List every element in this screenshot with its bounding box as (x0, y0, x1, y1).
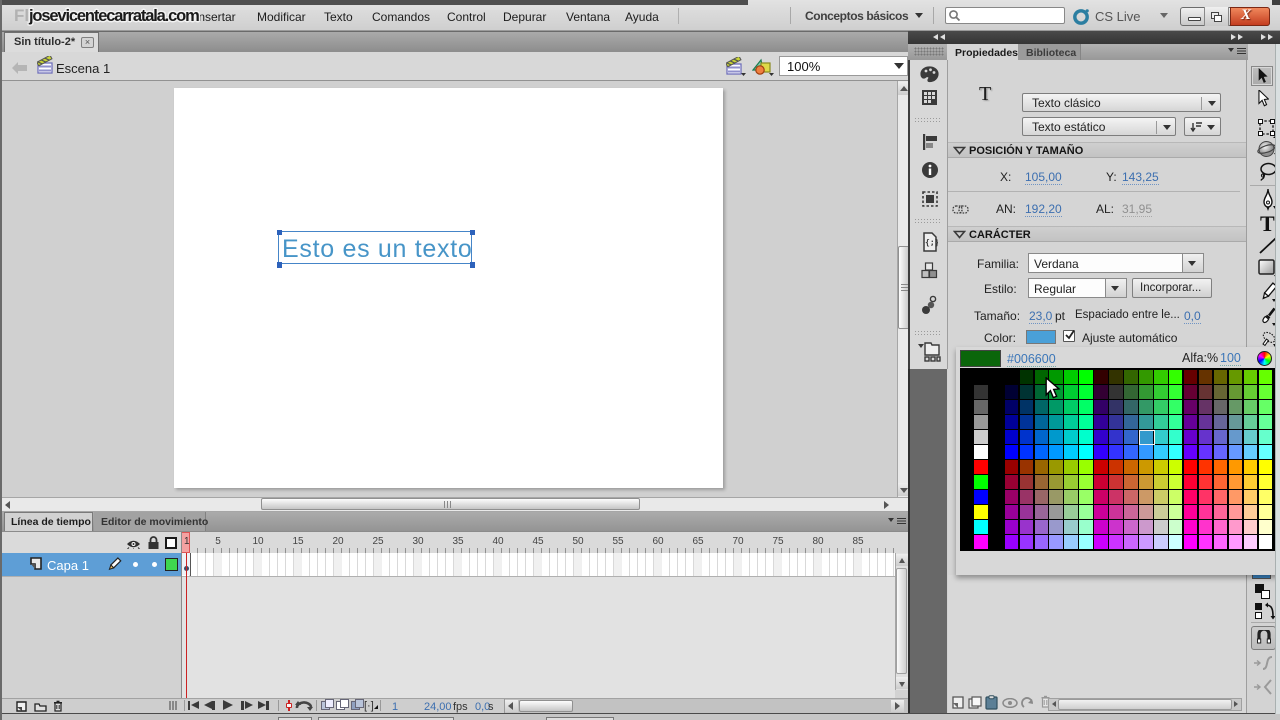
svg-text:{;}: {;} (925, 238, 938, 247)
